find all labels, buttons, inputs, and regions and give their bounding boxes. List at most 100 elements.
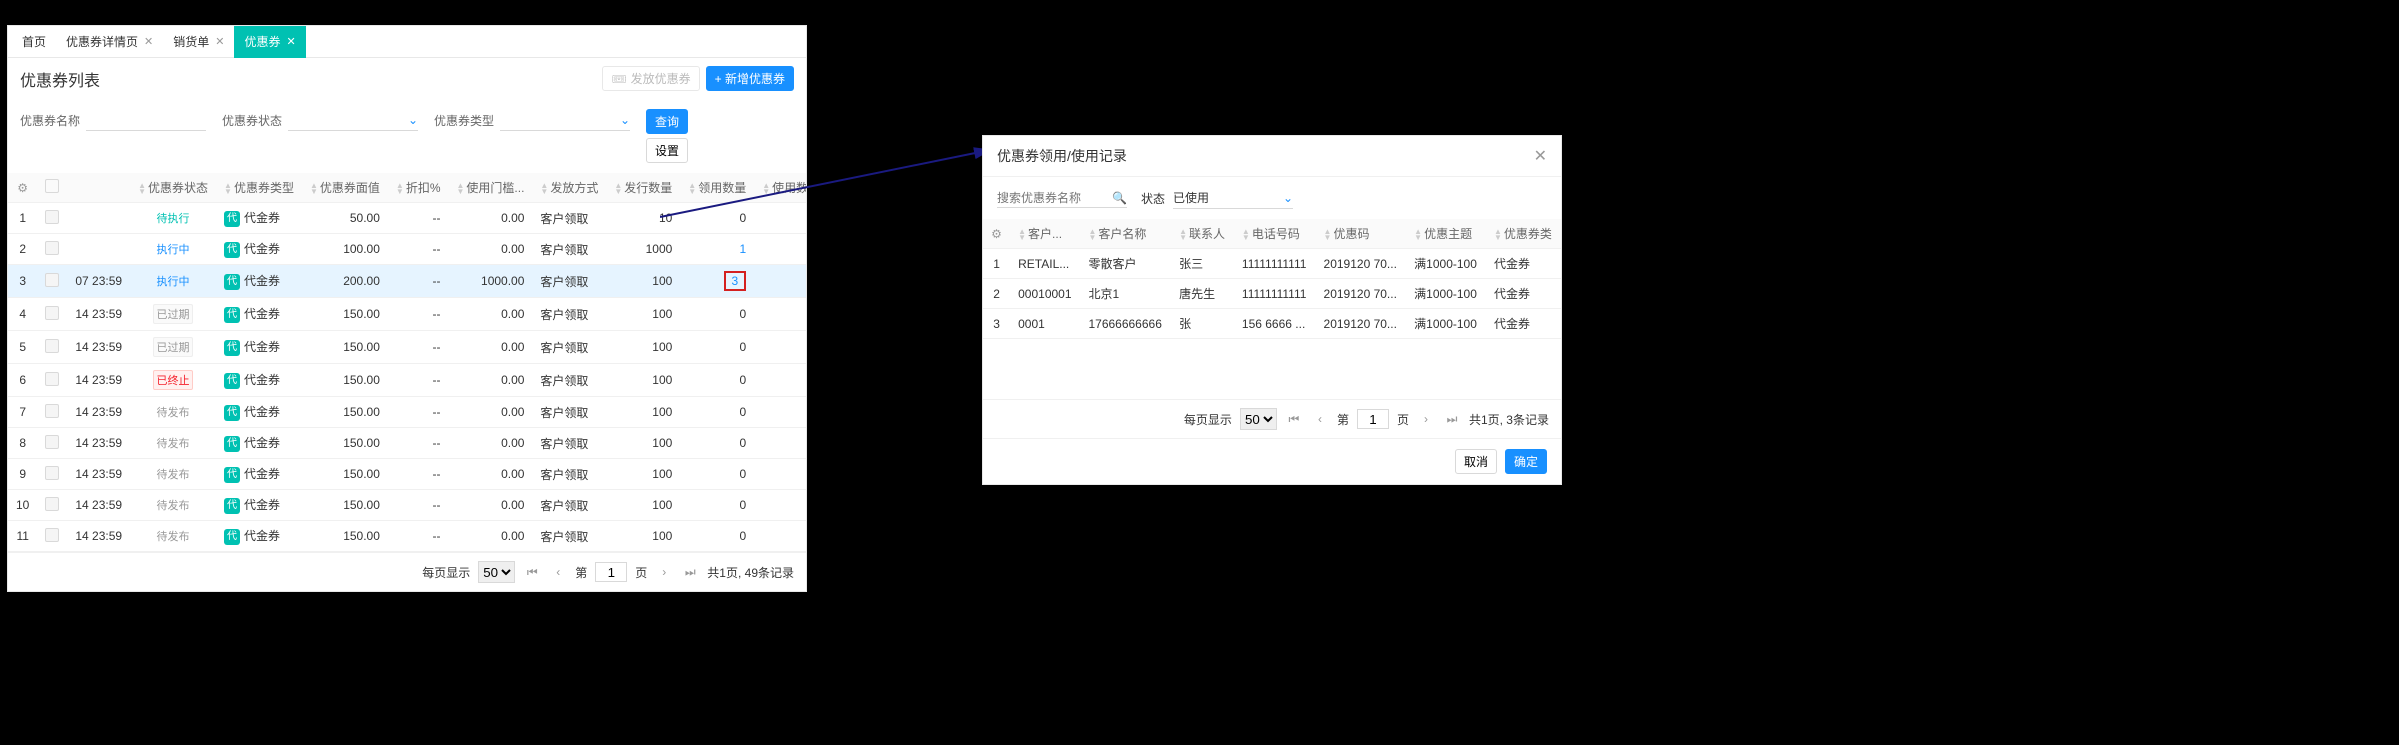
row-index: 1 [983,249,1010,279]
table-row[interactable]: 4 14 23:59 已过期 代代金券 150.00 -- 0.00 客户领取 … [8,298,806,331]
checkbox[interactable] [45,241,59,255]
settings-button[interactable]: 设置 [646,138,688,163]
checkbox[interactable] [45,404,59,418]
checkbox[interactable] [45,497,59,511]
type-select[interactable]: ⌄ [500,109,630,131]
row-index: 9 [8,459,37,490]
page-summary: 共1页, 49条记录 [707,564,794,581]
status-badge: 执行中 [153,272,193,290]
search-input[interactable] [997,191,1112,205]
close-icon[interactable]: ✕ [287,35,296,48]
claimed-link[interactable]: 3 [724,271,747,291]
ok-button[interactable]: 确定 [1505,449,1547,474]
prev-page-button[interactable]: ‹ [1311,410,1329,428]
col-type[interactable]: ▲▼优惠券类型 [216,173,302,203]
col-method[interactable]: ▲▼发放方式 [532,173,606,203]
table-row[interactable]: 2 执行中 代代金券 100.00 -- 0.00 客户领取 1000 1 0 … [8,234,806,265]
col-threshold[interactable]: ▲▼使用门槛... [448,173,532,203]
gear-icon[interactable]: ⚙ [991,227,1002,241]
table-row[interactable]: 7 14 23:59 待发布 代代金券 150.00 -- 0.00 客户领取 … [8,397,806,428]
cell-contact: 张 [1171,309,1234,339]
per-page-select[interactable]: 50 [478,561,515,583]
col-value[interactable]: ▲▼优惠券面值 [302,173,388,203]
coupon-list-panel: 首页 优惠券详情页✕ 销货单✕ 优惠券✕ 优惠券列表 🎟发放优惠券 + 新增优惠… [7,25,807,592]
checkbox[interactable] [45,210,59,224]
checkbox-all[interactable] [45,179,59,193]
cell-cust-name: 零散客户 [1080,249,1171,279]
status-select[interactable]: 已使用 ⌄ [1173,187,1293,209]
usage-record-modal: 优惠券领用/使用记录 ✕ 🔍 状态 已使用 ⌄ ⚙ ▲▼客户... ▲▼客户名称… [982,135,1562,485]
cell-claimed: 0 [680,364,754,397]
col-discount[interactable]: ▲▼折扣% [388,173,449,203]
last-page-button[interactable]: ⏭ [681,563,699,581]
page-prefix: 第 [1337,411,1349,428]
cell-value: 150.00 [302,364,388,397]
table-row[interactable]: 1 待执行 代代金券 50.00 -- 0.00 客户领取 10 0 0 ↗▦ [8,203,806,234]
cancel-button[interactable]: 取消 [1455,449,1497,474]
col-phone[interactable]: ▲▼电话号码 [1234,219,1316,249]
checkbox[interactable] [45,306,59,320]
cell-issued: 10 [606,203,680,234]
claimed-link[interactable]: 1 [740,242,747,256]
status-select[interactable]: ⌄ [288,109,418,131]
last-page-button[interactable]: ⏭ [1443,410,1461,428]
add-coupon-button[interactable]: + 新增优惠券 [706,66,794,91]
cell-phone: 11111111111 [1234,279,1316,309]
issue-coupon-button[interactable]: 🎟发放优惠券 [602,66,699,91]
table-row[interactable]: 10 14 23:59 待发布 代代金券 150.00 -- 0.00 客户领取… [8,490,806,521]
coupon-name-input[interactable] [86,109,206,131]
col-used[interactable]: ▲▼使用数量 [754,173,806,203]
tab-home[interactable]: 首页 [12,26,56,58]
cell-subject: 满1000-100 [1406,249,1486,279]
next-page-button[interactable]: › [655,563,673,581]
col-ctype[interactable]: ▲▼优惠券类 [1486,219,1561,249]
col-cust-no[interactable]: ▲▼客户... [1010,219,1080,249]
col-issued[interactable]: ▲▼发行数量 [606,173,680,203]
table-row[interactable]: 5 14 23:59 已过期 代代金券 150.00 -- 0.00 客户领取 … [8,331,806,364]
search-icon[interactable]: 🔍 [1112,191,1127,205]
table-row[interactable]: 9 14 23:59 待发布 代代金券 150.00 -- 0.00 客户领取 … [8,459,806,490]
cell-method: 客户领取 [532,397,606,428]
col-contact[interactable]: ▲▼联系人 [1171,219,1234,249]
per-page-select[interactable]: 50 [1240,408,1277,430]
search-button[interactable]: 查询 [646,109,688,134]
cell-used: 0 [754,298,806,331]
checkbox[interactable] [45,339,59,353]
tab-coupon[interactable]: 优惠券✕ [234,26,305,58]
close-icon[interactable]: ✕ [215,35,224,48]
close-icon[interactable]: ✕ [1534,146,1547,166]
col-code[interactable]: ▲▼优惠码 [1316,219,1407,249]
next-page-button[interactable]: › [1417,410,1435,428]
table-row[interactable]: 3 0001 17666666666 张 156 6666 ... 201912… [983,309,1561,339]
col-subject[interactable]: ▲▼优惠主题 [1406,219,1486,249]
table-row[interactable]: 1 RETAIL... 零散客户 张三 11111111111 2019120 … [983,249,1561,279]
prev-page-button[interactable]: ‹ [549,563,567,581]
cell-issued: 100 [606,298,680,331]
close-icon[interactable]: ✕ [144,35,153,48]
tab-detail[interactable]: 优惠券详情页✕ [56,26,163,58]
checkbox[interactable] [45,466,59,480]
page-input[interactable] [595,562,627,582]
gear-icon[interactable]: ⚙ [17,181,28,195]
cell-claimed: 0 [680,397,754,428]
search-box[interactable]: 🔍 [997,189,1127,208]
page-input[interactable] [1357,409,1389,429]
table-row[interactable]: 6 14 23:59 已终止 代代金券 150.00 -- 0.00 客户领取 … [8,364,806,397]
table-row[interactable]: 3 07 23:59 执行中 代代金券 200.00 -- 1000.00 客户… [8,265,806,298]
table-row[interactable]: 2 00010001 北京1 唐先生 11111111111 2019120 7… [983,279,1561,309]
tab-sales[interactable]: 销货单✕ [163,26,234,58]
first-page-button[interactable]: ⏮ [1285,410,1303,428]
status-filter: 状态 已使用 ⌄ [1141,187,1293,209]
table-row[interactable]: 8 14 23:59 待发布 代代金券 150.00 -- 0.00 客户领取 … [8,428,806,459]
col-status[interactable]: ▲▼优惠券状态 [130,173,216,203]
cell-issued: 100 [606,364,680,397]
checkbox[interactable] [45,528,59,542]
table-row[interactable]: 11 14 23:59 待发布 代代金券 150.00 -- 0.00 客户领取… [8,521,806,552]
checkbox[interactable] [45,273,59,287]
first-page-button[interactable]: ⏮ [523,563,541,581]
checkbox[interactable] [45,372,59,386]
checkbox[interactable] [45,435,59,449]
col-claimed[interactable]: ▲▼领用数量 [680,173,754,203]
col-cust-name[interactable]: ▲▼客户名称 [1080,219,1171,249]
cell-claimed: 0 [680,459,754,490]
